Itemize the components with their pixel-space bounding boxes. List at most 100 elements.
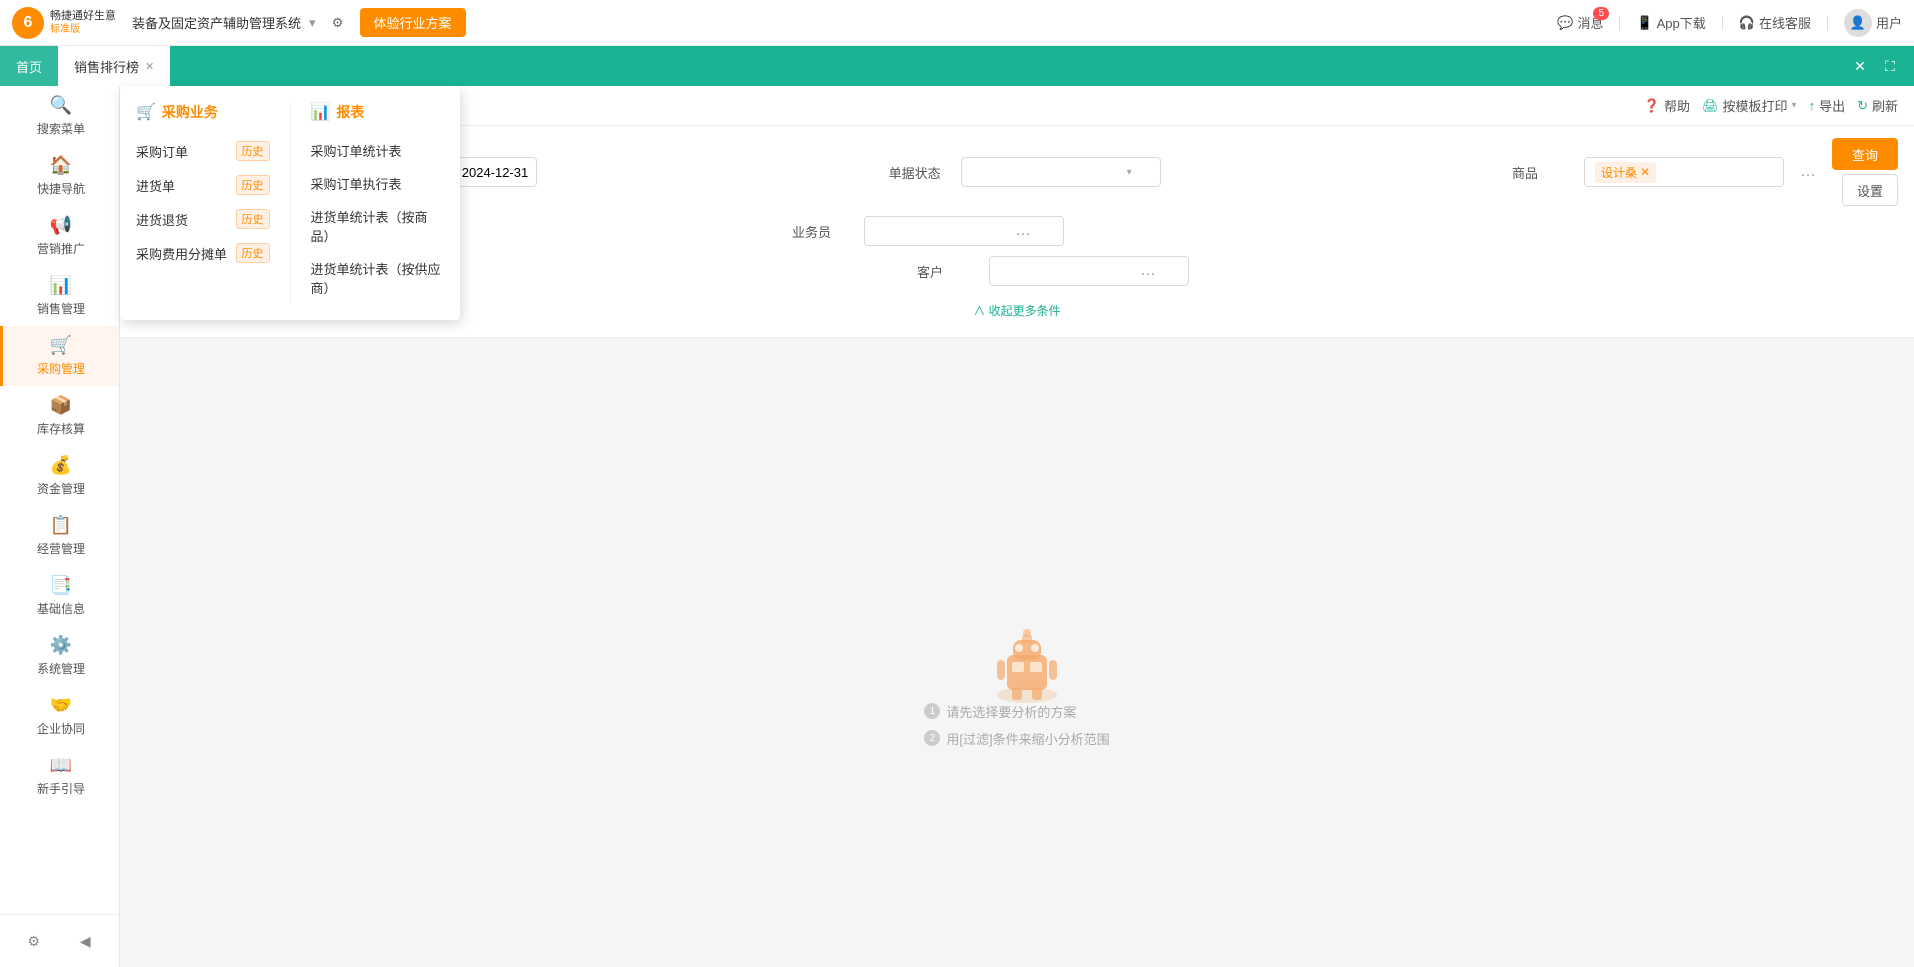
tab-close-icon[interactable]: ✕ (145, 60, 154, 73)
system-title: 装备及固定资产辅助管理系统 (132, 13, 301, 32)
doc-status-select[interactable]: ▾ (961, 157, 1161, 187)
collapse-icon: ∧ (973, 304, 985, 318)
date-range-input[interactable]: 2024-12-31 (453, 157, 538, 187)
tab-home[interactable]: 首页 (0, 46, 58, 86)
dropdown-item-stock-in[interactable]: 进货单 历史 (136, 168, 270, 202)
history-badge-3[interactable]: 历史 (236, 243, 270, 263)
tip-num-2: 2 (924, 730, 940, 746)
history-badge-2[interactable]: 历史 (236, 209, 270, 229)
customer-more[interactable]: … (1136, 262, 1160, 280)
report-col-icon: 📊 (311, 102, 331, 122)
help-icon: ❓ (1644, 98, 1660, 114)
customer-label: 客户 (917, 262, 977, 281)
help-action[interactable]: ❓ 帮助 (1644, 96, 1690, 115)
goods-tag: 设计桑 ✕ (1595, 162, 1656, 183)
message-icon: 💬 (1557, 15, 1573, 31)
doc-status-label: 单据状态 (889, 163, 949, 182)
report-col-title: 📊 报表 (311, 102, 445, 122)
print-icon: 🖨 (1702, 98, 1719, 114)
export-action[interactable]: ↑ 导出 (1809, 96, 1846, 115)
header-divider1 (1619, 16, 1620, 30)
message-action[interactable]: 💬 消息 5 (1557, 13, 1603, 32)
dropdown-item-report-1[interactable]: 采购订单统计表 (311, 134, 445, 167)
report-column: 📊 报表 采购订单统计表 采购订单执行表 进货单统计表（按商品） 进货单统计表（… (311, 102, 445, 304)
salesperson-select[interactable]: … (864, 216, 1064, 246)
export-icon: ↑ (1809, 98, 1816, 113)
clipboard-icon: 📋 (50, 515, 72, 536)
dropdown-item-report-3[interactable]: 进货单统计表（按商品） (311, 200, 445, 252)
message-badge: 5 (1593, 7, 1609, 20)
main-layout: 🔍 搜索菜单 🏠 快捷导航 📢 营销推广 📊 销售管理 🛒 采购管理 📦 库存核… (0, 86, 1914, 967)
sidebar-item-inventory[interactable]: 📦 库存核算 (0, 386, 119, 446)
purchase-column: 🛒 采购业务 采购订单 历史 进货单 历史 进货退货 历史 采购费用分摊单 (136, 102, 270, 304)
sidebar-bottom: ⚙ ◀ (0, 914, 119, 967)
header-right: 💬 消息 5 📱 App下载 🎧 在线客服 👤 用户 (1557, 9, 1902, 37)
empty-state: 1 请先选择要分析的方案 2 用[过滤]条件来缩小分析范围 (120, 338, 1914, 967)
cart-icon: 🛒 (50, 335, 72, 356)
tab-maximize-btn[interactable]: ⛶ (1878, 54, 1902, 78)
sidebar: 🔍 搜索菜单 🏠 快捷导航 📢 营销推广 📊 销售管理 🛒 采购管理 📦 库存核… (0, 86, 120, 967)
app-download-action[interactable]: 📱 App下载 (1636, 13, 1705, 32)
nav-tab-actions: ✕ ⛶ (1848, 54, 1902, 78)
goods-tag-remove[interactable]: ✕ (1640, 165, 1650, 179)
dropdown-item-report-4[interactable]: 进货单统计表（按供应商） (311, 252, 445, 304)
online-service-action[interactable]: 🎧 在线客服 (1739, 13, 1811, 32)
box-icon: 📦 (50, 395, 72, 416)
sidebar-collapse-btn[interactable]: ◀ (64, 927, 108, 955)
sidebar-item-marketing[interactable]: 📢 营销推广 (0, 206, 119, 266)
sidebar-item-sales[interactable]: 📊 销售管理 (0, 266, 119, 326)
history-badge-1[interactable]: 历史 (236, 175, 270, 195)
dropdown-item-report-2[interactable]: 采购订单执行表 (311, 167, 445, 200)
doc-status-arrow: ▾ (1127, 167, 1132, 178)
query-btn[interactable]: 查询 (1832, 138, 1898, 170)
goods-label: 商品 (1512, 163, 1572, 182)
industry-btn[interactable]: 体验行业方案 (360, 8, 466, 37)
megaphone-icon: 📢 (50, 215, 72, 236)
phone-icon: 📱 (1636, 15, 1652, 31)
sidebar-item-operation[interactable]: 📋 经营管理 (0, 506, 119, 566)
chart-icon: 📊 (50, 275, 72, 296)
refresh-icon: ↻ (1857, 98, 1868, 114)
print-action[interactable]: 🖨 按模板打印 ▾ (1702, 96, 1797, 115)
goods-more-btn[interactable]: … (1796, 163, 1820, 181)
search-icon: 🔍 (50, 95, 72, 116)
history-badge-0[interactable]: 历史 (236, 141, 270, 161)
settings-icon[interactable]: ⚙ (324, 9, 352, 37)
sidebar-item-purchase[interactable]: 🛒 采购管理 (0, 326, 119, 386)
tip-num-1: 1 (924, 703, 940, 719)
empty-illustration (977, 610, 1057, 690)
sidebar-settings-btn[interactable]: ⚙ (12, 927, 56, 955)
sidebar-item-cooperation[interactable]: 🤝 企业协同 (0, 686, 119, 746)
tab-close-btn[interactable]: ✕ (1848, 54, 1872, 78)
query-btn-group: 查询 设置 (1832, 138, 1898, 206)
sidebar-item-finance[interactable]: 💰 资金管理 (0, 446, 119, 506)
salesperson-label: 业务员 (792, 222, 852, 241)
tab-sales-rank[interactable]: 销售排行榜 ✕ (58, 46, 170, 86)
nav-tabs-bar: 首页 销售排行榜 ✕ ✕ ⛶ (0, 46, 1914, 86)
purchase-dropdown-menu: 🛒 采购业务 采购订单 历史 进货单 历史 进货退货 历史 采购费用分摊单 (120, 86, 460, 320)
sidebar-item-basic-info[interactable]: 📑 基础信息 (0, 566, 119, 626)
header-center: 装备及固定资产辅助管理系统 ▾ ⚙ 体验行业方案 (132, 8, 1557, 37)
goods-input[interactable]: 设计桑 ✕ (1584, 157, 1784, 187)
user-action[interactable]: 👤 用户 (1844, 9, 1902, 37)
logo-text: 畅捷通好生意 标准版 (50, 9, 116, 36)
salesperson-more[interactable]: … (1011, 222, 1035, 240)
logo-area: 6 畅捷通好生意 标准版 (12, 7, 132, 39)
refresh-action[interactable]: ↻ 刷新 (1857, 96, 1898, 115)
dropdown-item-purchase-expense[interactable]: 采购费用分摊单 历史 (136, 236, 270, 270)
sidebar-item-guide[interactable]: 📖 新手引导 (0, 746, 119, 806)
sidebar-item-system[interactable]: ⚙️ 系统管理 (0, 626, 119, 686)
sidebar-item-quick-nav[interactable]: 🏠 快捷导航 (0, 146, 119, 206)
dropdown-item-stock-return[interactable]: 进货退货 历史 (136, 202, 270, 236)
sidebar-item-search[interactable]: 🔍 搜索菜单 (0, 86, 119, 146)
set-btn[interactable]: 设置 (1842, 174, 1898, 206)
headset-icon: 🎧 (1739, 15, 1755, 31)
system-dropdown-arrow[interactable]: ▾ (309, 15, 316, 31)
print-dropdown-arrow[interactable]: ▾ (1792, 100, 1797, 111)
money-icon: 💰 (50, 455, 72, 476)
robot-svg (977, 610, 1077, 710)
customer-select[interactable]: … (989, 256, 1189, 286)
dropdown-item-purchase-order[interactable]: 采购订单 历史 (136, 134, 270, 168)
gear-icon: ⚙️ (50, 635, 72, 656)
home-icon: 🏠 (50, 155, 72, 176)
